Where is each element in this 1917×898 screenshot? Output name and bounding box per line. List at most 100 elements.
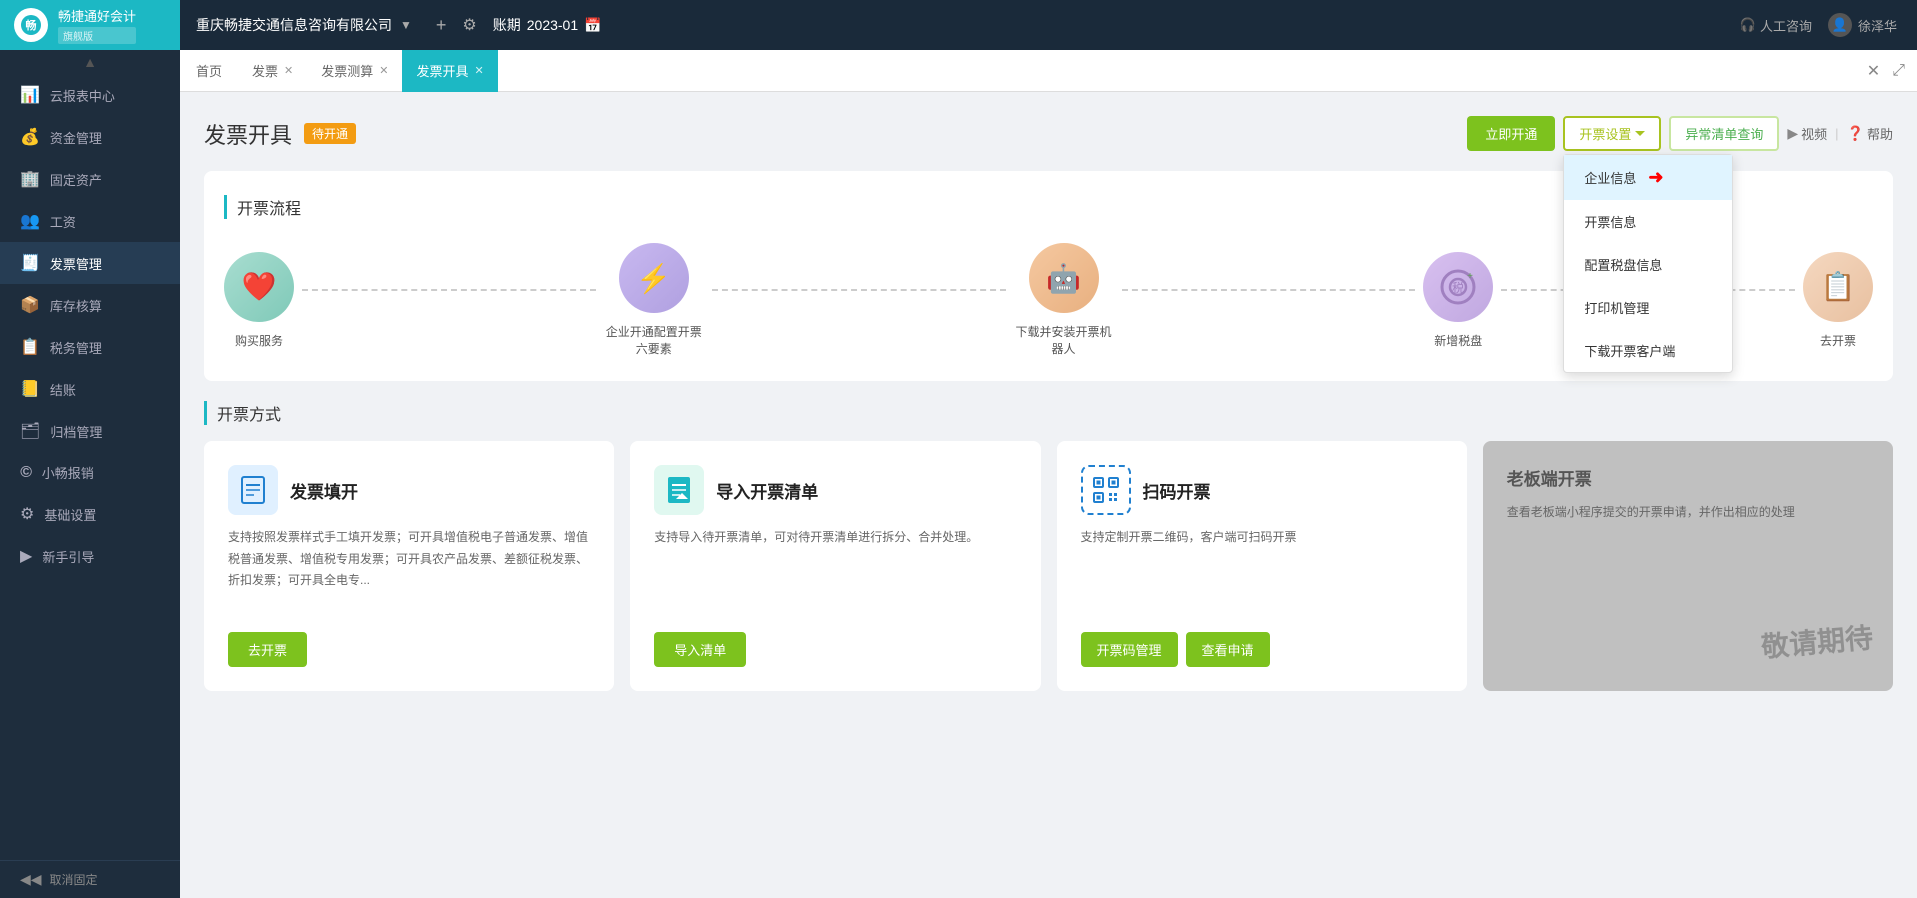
sidebar: ▲ 📊 云报表中心 💰 资金管理 🏢 固定资产 👥 工资 🧾 发票管理: [0, 50, 180, 898]
sidebar-item-reports[interactable]: 📊 云报表中心: [0, 74, 180, 116]
printer-label: 打印机管理: [1584, 301, 1649, 316]
import-icon-svg: [664, 475, 694, 505]
tab-fapiao-close[interactable]: ✕: [284, 64, 293, 77]
step-config-icon: ⚡: [619, 243, 689, 313]
assets-icon: 🏢: [20, 169, 40, 189]
xiaochang-icon: ©: [20, 464, 32, 482]
sidebar-item-tax[interactable]: 📋 税务管理: [0, 326, 180, 368]
import-list-btn[interactable]: 导入清单: [654, 632, 746, 667]
method-boss-header: 老板端开票: [1507, 465, 1869, 490]
dropdown-item-printer[interactable]: 打印机管理: [1564, 286, 1732, 329]
guide-icon: ▶: [20, 546, 32, 566]
content-area: 首页 发票 ✕ 发票测算 ✕ 发票开具 ✕ ✕ ⤢: [180, 50, 1917, 898]
video-label: 视频: [1801, 124, 1827, 143]
sidebar-item-settings[interactable]: ⚙ 基础设置: [0, 493, 180, 535]
step-disk-label: 新增税盘: [1434, 332, 1482, 349]
step-divider-1: [302, 289, 596, 291]
exception-button[interactable]: 异常清单查询: [1669, 116, 1779, 151]
method-manual-header: 发票填开: [228, 465, 590, 515]
play-icon: ▶: [1787, 125, 1798, 142]
dropdown-item-invoice-info[interactable]: 开票信息: [1564, 200, 1732, 243]
sidebar-item-xiaochang[interactable]: © 小畅报销: [0, 452, 180, 493]
svg-text:+: +: [1467, 271, 1473, 282]
video-btn[interactable]: ▶ 视频: [1787, 124, 1827, 143]
sidebar-item-assets[interactable]: 🏢 固定资产: [0, 158, 180, 200]
dropdown-item-company-info[interactable]: 企业信息 ➜: [1564, 155, 1732, 200]
settings-dropdown-container: 开票设置 企业信息 ➜ 开票信息: [1563, 116, 1661, 151]
main-content: 发票开具 待开通 立即开通 开票设置: [180, 92, 1917, 898]
tab-fapiao-kaiju-close[interactable]: ✕: [475, 64, 484, 77]
method-card-manual: 发票填开 支持按照发票样式手工填开发票；可开具增值税电子普通发票、增值税普通发票…: [204, 441, 614, 691]
process-step-buy: ❤️ 购买服务: [224, 252, 294, 349]
tab-close-btn[interactable]: ✕: [1867, 61, 1880, 81]
tab-fapiao-kaiju[interactable]: 发票开具 ✕: [402, 50, 497, 92]
sidebar-item-payroll[interactable]: 👥 工资: [0, 200, 180, 242]
process-step-open: 📋 去开票: [1803, 252, 1873, 349]
accounting-label: 结账: [50, 380, 76, 399]
sidebar-item-funds[interactable]: 💰 资金管理: [0, 116, 180, 158]
method-scan-icon: [1081, 465, 1131, 515]
archive-icon: 🗂: [20, 421, 40, 441]
svg-text:税: 税: [1452, 281, 1464, 295]
dropdown-item-tax-disk[interactable]: 配置税盘信息: [1564, 243, 1732, 286]
username: 徐泽华: [1858, 16, 1897, 35]
settings-dropdown-arrow: [1635, 131, 1645, 136]
dropdown-item-download-client[interactable]: 下载开票客户端: [1564, 329, 1732, 372]
add-button[interactable]: +: [428, 15, 455, 36]
scan-icon-svg: [1092, 476, 1120, 504]
method-scan-desc: 支持定制开票二维码，客户端可扫码开票: [1081, 527, 1443, 620]
help-btn[interactable]: ❓ 帮助: [1847, 124, 1893, 143]
divider: |: [1835, 126, 1838, 141]
funds-icon: 💰: [20, 127, 40, 147]
avatar-icon: 👤: [1828, 13, 1852, 37]
manual-icon-svg: [238, 475, 268, 505]
payroll-icon: 👥: [20, 211, 40, 231]
methods-section: 开票方式: [204, 401, 1893, 691]
sidebar-item-accounting[interactable]: 📒 结账: [0, 368, 180, 410]
sidebar-item-archive[interactable]: 🗂 归档管理: [0, 410, 180, 452]
qr-mgmt-btn[interactable]: 开票码管理: [1081, 632, 1178, 667]
tab-fapiao-kaiju-label: 发票开具: [416, 61, 468, 80]
method-card-scan: 扫码开票 支持定制开票二维码，客户端可扫码开票 开票码管理 查看申请: [1057, 441, 1467, 691]
disk-svg: 税 +: [1440, 269, 1476, 305]
go-invoice-btn[interactable]: 去开票: [228, 632, 307, 667]
calendar-icon: 📅: [584, 17, 601, 34]
user-btn[interactable]: 👤 徐泽华: [1828, 13, 1897, 37]
period-value: 2023-01: [527, 17, 578, 33]
support-btn[interactable]: 🎧 人工咨询: [1740, 16, 1812, 35]
activate-button[interactable]: 立即开通: [1467, 116, 1555, 151]
tab-expand-btn[interactable]: ⤢: [1892, 62, 1905, 80]
sidebar-scroll-up[interactable]: ▲: [0, 50, 180, 74]
tab-fapiao[interactable]: 发票 ✕: [238, 50, 307, 92]
help-label: 帮助: [1867, 124, 1893, 143]
sidebar-item-invoice[interactable]: 🧾 发票管理: [0, 242, 180, 284]
tab-fapiao-test[interactable]: 发票测算 ✕: [307, 50, 402, 92]
main-area: ▲ 📊 云报表中心 💰 资金管理 🏢 固定资产 👥 工资 🧾 发票管理: [0, 50, 1917, 898]
period-selector[interactable]: 账期 2023-01 📅: [485, 15, 610, 35]
logo-area: 畅 畅捷通好会计 旗舰版: [0, 0, 180, 50]
settings-button[interactable]: 开票设置: [1563, 116, 1661, 151]
settings-label: 基础设置: [44, 505, 96, 524]
step-divider-3: [1122, 289, 1416, 291]
sidebar-item-guide[interactable]: ▶ 新手引导: [0, 535, 180, 577]
sidebar-item-inventory[interactable]: 📦 库存核算: [0, 284, 180, 326]
support-label: 人工咨询: [1760, 16, 1812, 35]
reports-label: 云报表中心: [50, 86, 115, 105]
red-arrow-icon: ➜: [1648, 167, 1663, 188]
tax-disk-label: 配置税盘信息: [1584, 258, 1662, 273]
company-dropdown-icon: ▼: [400, 18, 412, 32]
method-import-title: 导入开票清单: [716, 478, 818, 503]
header-actions: 立即开通 开票设置 企业信息 ➜: [1467, 116, 1893, 151]
top-bar: 畅 畅捷通好会计 旗舰版 重庆畅捷交通信息咨询有限公司 ▼ + ⚙ 账期 202…: [0, 0, 1917, 50]
tab-home[interactable]: 首页: [180, 50, 238, 92]
cancel-pin-button[interactable]: ◀◀ 取消固定: [0, 860, 180, 898]
methods-title: 开票方式: [204, 401, 1893, 425]
tab-fapiao-test-close[interactable]: ✕: [379, 64, 388, 77]
company-selector[interactable]: 重庆畅捷交通信息咨询有限公司 ▼: [180, 15, 428, 35]
step-download-label: 下载并安装开票机器人: [1014, 323, 1114, 357]
settings-top-icon[interactable]: ⚙: [454, 15, 484, 35]
view-apply-btn[interactable]: 查看申请: [1186, 632, 1270, 667]
assets-label: 固定资产: [50, 170, 102, 189]
logo-icon: 畅: [14, 8, 48, 42]
payroll-label: 工资: [50, 212, 76, 231]
